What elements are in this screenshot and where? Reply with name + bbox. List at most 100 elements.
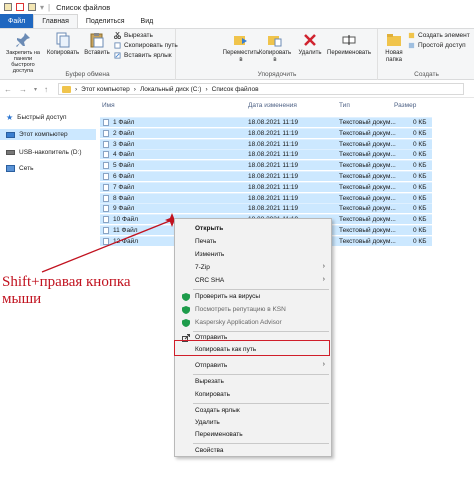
nav-network[interactable]: Сеть bbox=[6, 165, 33, 172]
breadcrumb-separator: › bbox=[205, 85, 208, 93]
network-icon bbox=[6, 165, 15, 172]
organize-group: Переместить в Копировать в Удалить Переи… bbox=[177, 29, 378, 80]
new-folder-icon[interactable] bbox=[28, 3, 36, 11]
menu-item-cut[interactable]: Вырезать bbox=[175, 377, 331, 387]
copy-path-button[interactable]: Скопировать путь bbox=[114, 42, 178, 49]
column-name[interactable]: Имя bbox=[102, 102, 115, 109]
column-size[interactable]: Размер bbox=[394, 102, 416, 109]
menu-item-copy[interactable]: Копировать bbox=[175, 390, 331, 400]
clipboard-group-label: Буфер обмена bbox=[65, 71, 110, 78]
rename-button[interactable]: Переименовать bbox=[325, 32, 373, 57]
menu-label: Переименовать bbox=[195, 431, 243, 438]
text-file-icon bbox=[103, 216, 109, 224]
ribbon-tabs: Файл Главная Поделиться Вид bbox=[0, 14, 474, 28]
text-file-icon bbox=[103, 119, 109, 126]
recent-dropdown-icon[interactable]: ▾ bbox=[34, 86, 37, 93]
breadcrumb-separator: › bbox=[75, 85, 78, 93]
copy-to-button[interactable]: Копировать в bbox=[258, 32, 292, 64]
menu-item-rename[interactable]: Переименовать bbox=[175, 430, 331, 440]
file-name: 1 Файл bbox=[113, 119, 135, 126]
file-size: 0 КБ bbox=[413, 183, 427, 191]
tab-view[interactable]: Вид bbox=[133, 14, 162, 28]
menu-item-open[interactable]: Открыть bbox=[175, 224, 331, 234]
file-date: 18.08.2021 11:19 bbox=[248, 129, 299, 137]
delete-label: Удалить bbox=[298, 50, 322, 56]
menu-label: Проверить на вирусы bbox=[195, 293, 261, 300]
address-box[interactable]: › Этот компьютер › Локальный диск (C:) ›… bbox=[58, 83, 464, 95]
tab-home[interactable]: Главная bbox=[33, 14, 78, 28]
paste-button[interactable]: Вставить bbox=[80, 32, 114, 57]
menu-item-create-shortcut[interactable]: Создать ярлык bbox=[175, 406, 331, 416]
file-row[interactable]: 9 Файл 18.08.2021 11:19 Текстовый докум...… bbox=[100, 203, 432, 214]
star-icon: ★ bbox=[6, 113, 14, 122]
column-type[interactable]: Тип bbox=[339, 102, 350, 109]
tab-file[interactable]: Файл bbox=[0, 14, 34, 28]
file-date: 18.08.2021 11:19 bbox=[248, 183, 299, 191]
dropdown-arrow-icon[interactable]: ▾ bbox=[40, 3, 44, 12]
file-size: 0 КБ bbox=[413, 216, 427, 224]
cut-button[interactable]: Вырезать bbox=[114, 32, 153, 39]
breadcrumb-local-disk[interactable]: Локальный диск (C:) bbox=[140, 86, 202, 93]
new-folder-button[interactable]: Новая папка bbox=[381, 32, 407, 64]
column-date[interactable]: Дата изменения bbox=[248, 102, 297, 109]
easy-access-button[interactable]: Простой доступ bbox=[408, 42, 466, 49]
menu-separator bbox=[193, 374, 329, 375]
new-item-label: Создать элемент bbox=[418, 32, 470, 39]
new-item-button[interactable]: Создать элемент bbox=[408, 32, 470, 39]
file-row[interactable]: 1 Файл 18.08.2021 11:19 Текстовый докум...… bbox=[100, 117, 432, 127]
menu-item-crc-sha[interactable]: CRC SHA › bbox=[175, 276, 331, 286]
menu-item-properties[interactable]: Свойства bbox=[175, 446, 331, 456]
menu-label: Удалить bbox=[195, 419, 220, 426]
back-arrow-icon[interactable]: ← bbox=[4, 85, 12, 94]
menu-item-7zip[interactable]: 7-Zip › bbox=[175, 263, 331, 273]
menu-label: Открыть bbox=[195, 225, 224, 232]
ribbon: Закрепить на панели быстрого доступа Коп… bbox=[0, 28, 474, 80]
menu-separator bbox=[193, 403, 329, 404]
move-to-button[interactable]: Переместить в bbox=[223, 32, 259, 64]
file-row[interactable]: 7 Файл 18.08.2021 11:19 Текстовый докум...… bbox=[100, 181, 432, 192]
title-bar: ▾ | Список файлов bbox=[0, 0, 474, 14]
submenu-arrow-icon: › bbox=[322, 276, 325, 283]
paste-icon bbox=[90, 33, 104, 48]
pin-quick-access-button[interactable]: Закрепить на панели быстрого доступа bbox=[2, 32, 44, 74]
quick-access-toolbar: ▾ | bbox=[0, 3, 50, 12]
menu-item-edit[interactable]: Изменить bbox=[175, 250, 331, 260]
menu-label: CRC SHA bbox=[195, 277, 225, 284]
file-row[interactable]: 2 Файл 18.08.2021 11:19 Текстовый докум...… bbox=[100, 127, 432, 138]
organize-group-label: Упорядочить bbox=[257, 71, 297, 78]
copy-button[interactable]: Копировать bbox=[46, 32, 80, 57]
file-date: 18.08.2021 11:19 bbox=[248, 173, 299, 180]
tab-share[interactable]: Поделиться bbox=[78, 14, 133, 28]
breadcrumb-this-pc[interactable]: Этот компьютер bbox=[81, 86, 130, 93]
menu-item-send-to[interactable]: Отправить › bbox=[175, 361, 331, 371]
file-row[interactable]: 8 Файл 18.08.2021 11:19 Текстовый докум...… bbox=[100, 192, 432, 203]
delete-button[interactable]: Удалить bbox=[295, 32, 325, 57]
menu-item-ksn[interactable]: Посмотреть репутацию в KSN bbox=[175, 305, 331, 315]
properties-check-icon[interactable] bbox=[16, 3, 24, 11]
file-type: Текстовый докум... bbox=[339, 162, 396, 170]
nav-this-pc[interactable]: Этот компьютер bbox=[0, 129, 96, 140]
new-folder-icon bbox=[387, 34, 401, 46]
menu-item-app-advisor[interactable]: Kaspersky Application Advisor bbox=[175, 318, 331, 328]
copy-label: Копировать bbox=[46, 50, 80, 56]
forward-arrow-icon[interactable]: → bbox=[19, 85, 27, 94]
nav-usb-drive[interactable]: USB-накопитель (D:) bbox=[6, 149, 82, 156]
file-size: 0 КБ bbox=[413, 194, 427, 202]
separator: | bbox=[48, 2, 51, 12]
menu-item-print[interactable]: Печать bbox=[175, 237, 331, 247]
file-row[interactable]: 3 Файл 18.08.2021 11:19 Текстовый докум...… bbox=[100, 138, 432, 149]
paste-label: Вставить bbox=[84, 50, 110, 56]
nav-quick-access[interactable]: ★ Быстрый доступ bbox=[6, 113, 67, 122]
menu-item-scan-virus[interactable]: Проверить на вирусы bbox=[175, 292, 331, 302]
rename-icon bbox=[342, 35, 356, 45]
folder-icon bbox=[62, 85, 71, 93]
copy-path-label: Скопировать путь bbox=[124, 42, 178, 49]
file-row[interactable]: 6 Файл 18.08.2021 11:19 Текстовый докум...… bbox=[100, 171, 432, 181]
paste-shortcut-button[interactable]: Вставить ярлык bbox=[114, 52, 172, 59]
pin-icon bbox=[16, 33, 30, 47]
file-row[interactable]: 4 Файл 18.08.2021 11:19 Текстовый докум...… bbox=[100, 149, 432, 160]
up-arrow-icon[interactable]: ↑ bbox=[44, 85, 48, 94]
menu-item-delete[interactable]: Удалить bbox=[175, 418, 331, 428]
file-row[interactable]: 5 Файл 18.08.2021 11:19 Текстовый докум...… bbox=[100, 160, 432, 171]
breadcrumb-file-list[interactable]: Список файлов bbox=[212, 86, 259, 93]
